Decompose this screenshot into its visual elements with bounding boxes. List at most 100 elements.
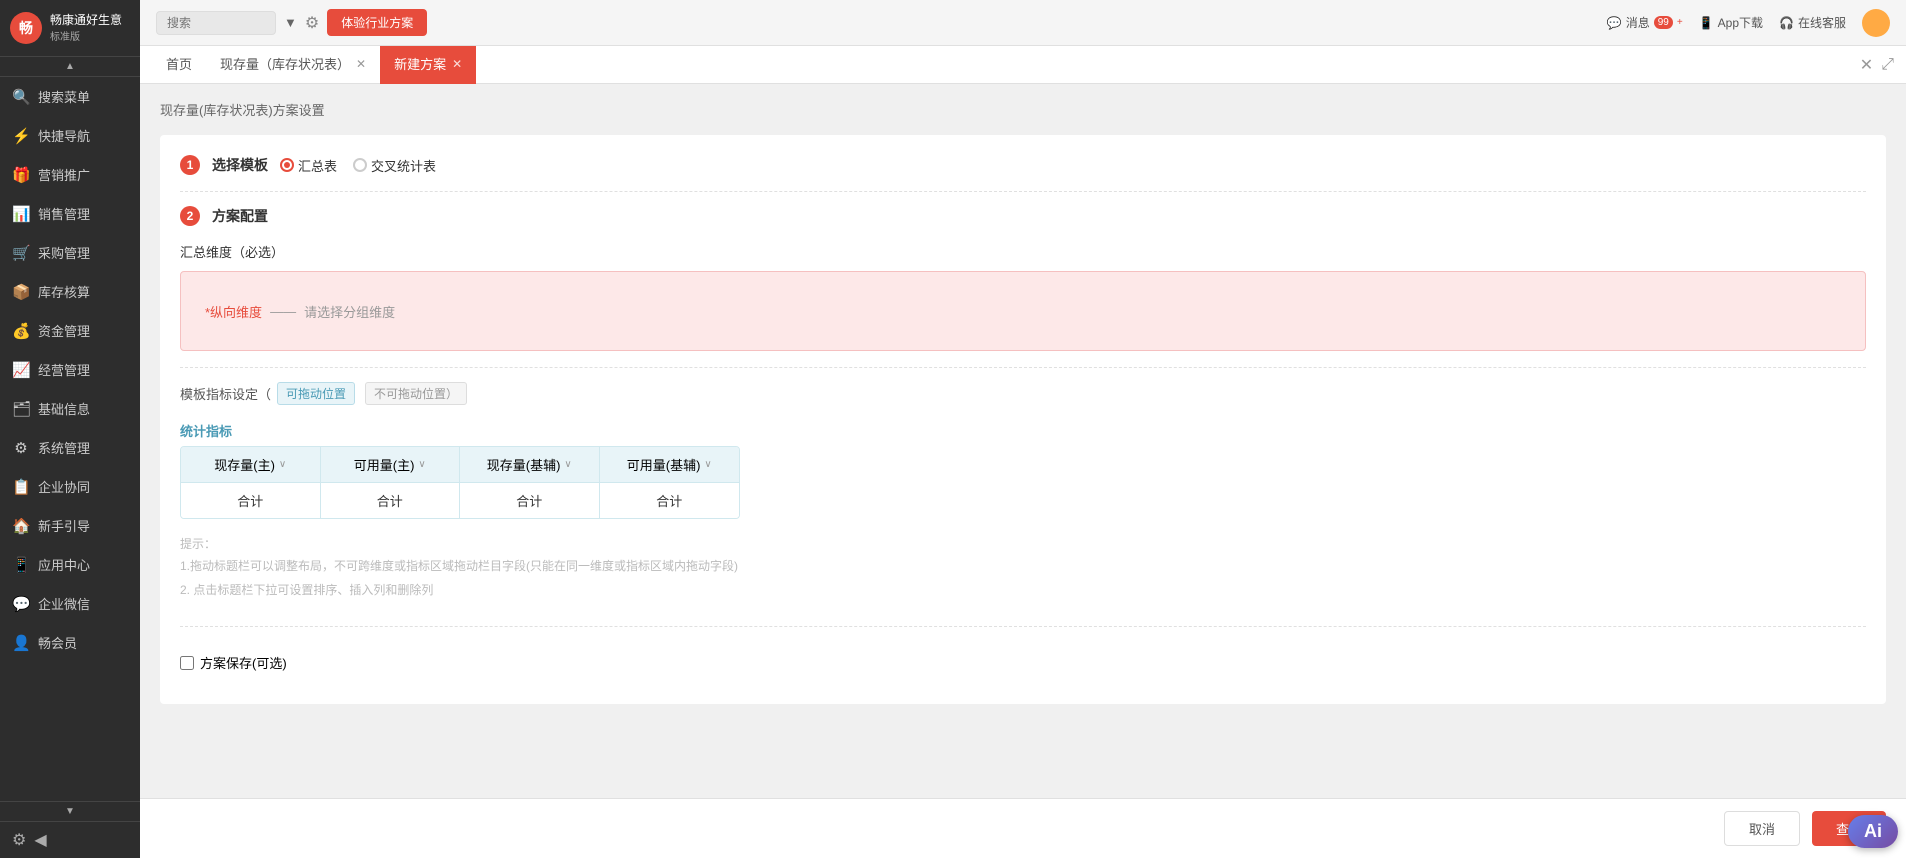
dimension-placeholder: *纵向维度 —— 请选择分组维度 xyxy=(205,302,395,321)
sidebar-item-inventory[interactable]: 📦 库存核算 xyxy=(0,272,140,311)
divider-3 xyxy=(180,626,1866,627)
tab-home[interactable]: 首页 xyxy=(152,46,206,84)
cancel-button[interactable]: 取消 xyxy=(1724,811,1800,846)
topbar-left: ▼ ⚙ 体验行业方案 xyxy=(156,9,427,36)
topbar: ▼ ⚙ 体验行业方案 💬 消息 99 + 📱 App下载 🎧 在线客服 xyxy=(140,0,1906,46)
dim-required-label: *纵向维度 xyxy=(205,302,262,321)
step1-num: 1 xyxy=(180,155,200,175)
trial-button[interactable]: 体验行业方案 xyxy=(327,9,427,36)
files-icon: 🗂 xyxy=(12,400,30,418)
tip-0: 1.拖动标题栏可以调整布局，不可跨维度或指标区域拖动栏目字段(只能在同一维度或指… xyxy=(180,554,1866,578)
stats-table: 现存量(主) ∨ 可用量(主) ∨ 现存量(基辅) ∨ 可用量(基辅) xyxy=(180,446,740,519)
sidebar-item-marketing[interactable]: 🎁 营销推广 xyxy=(0,155,140,194)
tab-inventory-close[interactable]: ✕ xyxy=(356,57,366,71)
sidebar-item-contract[interactable]: 📋 企业协同 xyxy=(0,467,140,506)
stats-body-cell-1: 合计 xyxy=(321,482,461,518)
sidebar-item-purchase[interactable]: 🛒 采购管理 xyxy=(0,233,140,272)
app-edition: 标准版 xyxy=(50,28,122,43)
radio-summary-dot xyxy=(284,162,290,168)
online-service-item[interactable]: 🎧 在线客服 xyxy=(1779,14,1846,31)
tab-inventory[interactable]: 现存量（库存状况表） ✕ xyxy=(206,46,380,84)
trend-icon: 📈 xyxy=(12,361,30,379)
dimension-box[interactable]: *纵向维度 —— 请选择分组维度 xyxy=(180,271,1866,351)
save-checkbox[interactable] xyxy=(180,656,194,670)
message-plus: + xyxy=(1677,17,1683,28)
page-title: 现存量(库存状况表)方案设置 xyxy=(160,100,1886,119)
step2-row: 2 方案配置 xyxy=(180,206,1866,226)
mobile-download-icon: 📱 xyxy=(1699,16,1714,30)
scroll-up-btn[interactable]: ▲ xyxy=(0,57,140,77)
topbar-gear-icon[interactable]: ⚙ xyxy=(305,13,319,33)
collapse-icon[interactable]: ◀ xyxy=(34,830,46,850)
tab-new-scheme[interactable]: 新建方案 ✕ xyxy=(380,46,476,84)
scheme-panel: 1 选择模板 汇总表 交叉统计表 xyxy=(160,135,1886,704)
contract-icon: 📋 xyxy=(12,478,30,496)
radio-summary[interactable]: 汇总表 xyxy=(280,156,337,175)
tab-expand-btn[interactable]: ⤢ xyxy=(1881,56,1894,74)
chevron-2-icon: ∨ xyxy=(564,459,571,470)
sidebar-item-wechat[interactable]: 💬 企业微信 xyxy=(0,584,140,623)
sidebar-item-basic[interactable]: 🗂 基础信息 xyxy=(0,389,140,428)
app-name: 畅康通好生意 xyxy=(50,13,122,29)
sidebar-item-member[interactable]: 👤 畅会员 xyxy=(0,623,140,662)
cart-icon: 🛒 xyxy=(12,244,30,262)
settings-footer-icon[interactable]: ⚙ xyxy=(12,830,26,850)
stats-label: 统计指标 xyxy=(180,421,1866,440)
indicator-settings-label: 模板指标设定（ 可拖动位置 不可拖动位置） xyxy=(180,382,1866,405)
sidebar-item-finance[interactable]: 💰 资金管理 xyxy=(0,311,140,350)
step2-label: 方案配置 xyxy=(212,206,268,226)
message-item[interactable]: 💬 消息 99 + xyxy=(1607,14,1683,31)
sidebar: 畅 畅康通好生意 标准版 ▲ 🔍 搜索菜单 ⚡ 快捷导航 🎁 营销推广 📊 销售… xyxy=(0,0,140,858)
main-area: ▼ ⚙ 体验行业方案 💬 消息 99 + 📱 App下载 🎧 在线客服 xyxy=(140,0,1906,858)
tips-section: 提示： 1.拖动标题栏可以调整布局，不可跨维度或指标区域拖动栏目字段(只能在同一… xyxy=(180,535,1866,602)
tabs-actions: ✕ ⤢ xyxy=(1860,55,1894,75)
sidebar-item-quicknav[interactable]: ⚡ 快捷导航 xyxy=(0,116,140,155)
sidebar-item-search[interactable]: 🔍 搜索菜单 xyxy=(0,77,140,116)
stats-table-body: 合计 合计 合计 合计 xyxy=(181,482,739,518)
search-input[interactable] xyxy=(156,11,276,35)
stats-col-1[interactable]: 可用量(主) ∨ xyxy=(321,447,461,482)
ai-fab-button[interactable]: Ai xyxy=(1848,815,1898,848)
step1-label: 选择模板 xyxy=(212,155,268,175)
message-label: 消息 xyxy=(1626,14,1650,31)
sidebar-item-sales[interactable]: 📊 销售管理 xyxy=(0,194,140,233)
sidebar-item-apps[interactable]: 📱 应用中心 xyxy=(0,545,140,584)
chat-icon: 💬 xyxy=(12,595,30,613)
tab-new-scheme-close[interactable]: ✕ xyxy=(452,57,462,71)
save-label: 方案保存(可选) xyxy=(200,653,287,672)
sidebar-item-system[interactable]: ⚙ 系统管理 xyxy=(0,428,140,467)
user-avatar[interactable] xyxy=(1862,9,1890,37)
scroll-down-btn[interactable]: ▼ xyxy=(0,801,140,821)
gear-sidebar-icon: ⚙ xyxy=(12,439,30,457)
tabs-bar: 首页 现存量（库存状况表） ✕ 新建方案 ✕ ✕ ⤢ xyxy=(140,46,1906,84)
divider-1 xyxy=(180,191,1866,192)
search-icon: 🔍 xyxy=(12,88,30,106)
sidebar-item-newbie[interactable]: 🏠 新手引导 xyxy=(0,506,140,545)
footer: 取消 查询 xyxy=(140,798,1906,858)
stats-col-0[interactable]: 现存量(主) ∨ xyxy=(181,447,321,482)
radio-cross-circle xyxy=(353,158,367,172)
stats-body-cell-3: 合计 xyxy=(600,482,740,518)
home-icon: 🏠 xyxy=(12,517,30,535)
chevron-0-icon: ∨ xyxy=(279,459,286,470)
message-bell-icon: 💬 xyxy=(1607,16,1622,30)
radio-summary-circle xyxy=(280,158,294,172)
topbar-right: 💬 消息 99 + 📱 App下载 🎧 在线客服 xyxy=(1607,9,1890,37)
app-download-item[interactable]: 📱 App下载 xyxy=(1699,14,1763,31)
chevron-1-icon: ∨ xyxy=(418,459,425,470)
member-icon: 👤 xyxy=(12,634,30,652)
stats-col-2[interactable]: 现存量(基辅) ∨ xyxy=(460,447,600,482)
mobile-icon: 📱 xyxy=(12,556,30,574)
radio-cross[interactable]: 交叉统计表 xyxy=(353,156,436,175)
box-icon: 📦 xyxy=(12,283,30,301)
tab-close-btn[interactable]: ✕ xyxy=(1860,55,1873,75)
step1-row: 1 选择模板 汇总表 交叉统计表 xyxy=(180,155,1866,175)
stats-col-3[interactable]: 可用量(基辅) ∨ xyxy=(600,447,740,482)
stats-body-cell-2: 合计 xyxy=(460,482,600,518)
dim-line: —— xyxy=(270,304,296,319)
sidebar-item-operation[interactable]: 📈 经营管理 xyxy=(0,350,140,389)
topbar-search-icon[interactable]: ▼ xyxy=(284,15,297,30)
sidebar-logo: 畅 畅康通好生意 标准版 xyxy=(0,0,140,57)
chart-icon: 📊 xyxy=(12,205,30,223)
content-area: 现存量(库存状况表)方案设置 1 选择模板 汇总表 交叉统计表 xyxy=(140,84,1906,798)
